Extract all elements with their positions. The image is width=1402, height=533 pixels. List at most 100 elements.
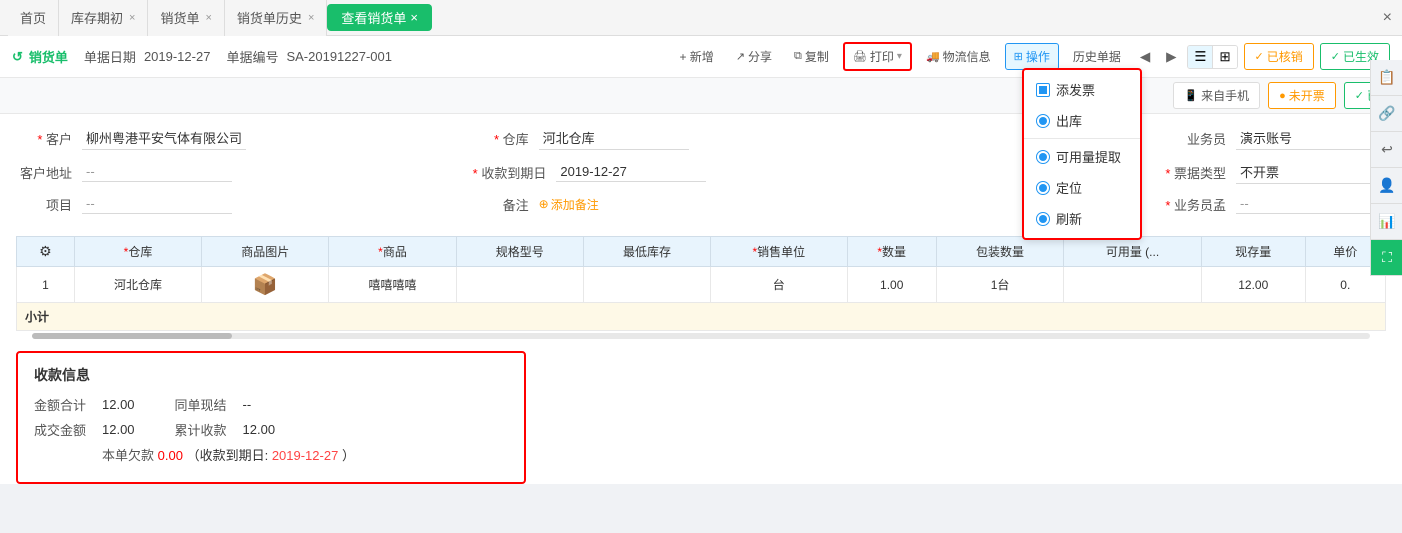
payment-due-value[interactable]: 2019-12-27 xyxy=(556,162,706,182)
dropdown-locate[interactable]: 定位 xyxy=(1024,172,1140,203)
sidebar-icon-2[interactable]: 🔗 xyxy=(1371,96,1402,132)
dropdown-add-invoice[interactable]: 添发票 xyxy=(1024,74,1140,105)
col-available: 可用量 (... xyxy=(1064,237,1202,267)
history-button[interactable]: 历史单据 xyxy=(1065,44,1129,69)
sidebar-icon-3[interactable]: ↩ xyxy=(1371,132,1402,168)
view-toggle: ☰ ⊞ xyxy=(1187,45,1237,69)
due-date-value: 2019-12-27 xyxy=(272,448,339,463)
sales-staff-value: -- xyxy=(1236,194,1386,214)
sales-staff-field: 业务员孟 -- xyxy=(929,194,1386,214)
locate-icon xyxy=(1036,181,1050,195)
cell-current-stock: 12.00 xyxy=(1201,267,1305,303)
sidebar-icon-expand[interactable]: ⛶ xyxy=(1371,240,1402,276)
items-table: ⚙ *仓库 商品图片 *商品 规格型号 最低库存 *销售单位 *数量 包装数量 … xyxy=(16,236,1386,331)
sidebar-icon-4[interactable]: 👤 xyxy=(1371,168,1402,204)
cell-pack-qty: 1台 xyxy=(936,267,1063,303)
transaction-label: 成交金额 xyxy=(34,420,94,439)
cell-image: 📦 xyxy=(202,267,329,303)
grid-view-btn[interactable]: ⊞ xyxy=(1213,46,1236,68)
new-button[interactable]: + 新增 xyxy=(671,44,721,69)
project-label: 项目 xyxy=(16,195,76,214)
list-view-btn[interactable]: ☰ xyxy=(1188,46,1213,68)
print-button[interactable]: 🖨 打印 ▾ xyxy=(843,42,912,71)
share-button[interactable]: ↗ 分享 xyxy=(728,44,780,69)
tab-view-sales[interactable]: 查看销货单 × xyxy=(327,4,432,31)
copy-button[interactable]: ⧉ 复制 xyxy=(786,44,837,69)
close-all-tabs[interactable]: × xyxy=(1383,9,1392,27)
operate-button[interactable]: ⊞ 操作 xyxy=(1005,43,1059,70)
payment-info-section: 收款信息 金额合计 12.00 同单现结 -- 成交金额 12.00 累计收款 xyxy=(16,351,526,484)
cell-qty: 1.00 xyxy=(847,267,936,303)
payment-row-1: 金额合计 12.00 同单现结 -- xyxy=(34,395,508,414)
prev-button[interactable]: ◀ xyxy=(1135,46,1155,68)
ticket-type-field: 票据类型 不开票 xyxy=(929,160,1386,184)
sales-staff-label: 业务员孟 xyxy=(1165,195,1230,214)
tab-bar: 首页 库存期初 × 销货单 × 销货单历史 × 查看销货单 × × xyxy=(0,0,1402,36)
total-amount-label: 金额合计 xyxy=(34,395,94,414)
scroll-thumb[interactable] xyxy=(32,333,232,339)
warehouse-value[interactable]: 河北仓库 xyxy=(539,126,689,150)
toolbar-row1: ↺ 销货单 单据日期 2019-12-27 单据编号 SA-20191227-0… xyxy=(0,36,1402,78)
not-open-button[interactable]: ● 未开票 xyxy=(1268,82,1336,109)
project-field: 项目 -- xyxy=(16,194,473,214)
col-qty: *数量 xyxy=(847,237,936,267)
from-mobile-button[interactable]: 📱 来自手机 xyxy=(1173,82,1260,109)
close-tab-inventory[interactable]: × xyxy=(129,12,135,24)
cumulative-field: 累计收款 12.00 xyxy=(175,420,276,439)
ticket-type-value: 不开票 xyxy=(1236,160,1386,184)
transaction-value: 12.00 xyxy=(102,422,135,437)
number-value: SA-20191227-001 xyxy=(286,49,392,64)
project-value[interactable]: -- xyxy=(82,194,232,214)
transaction-field: 成交金额 12.00 xyxy=(34,420,135,439)
add-note-button[interactable]: ⊕ 添加备注 xyxy=(539,196,599,213)
note-label: 备注 xyxy=(473,195,533,214)
status-sold-button[interactable]: ✓ 已核销 xyxy=(1244,43,1314,70)
col-pack-qty: 包装数量 xyxy=(936,237,1063,267)
cell-product: 嘻嘻嘻嘻 xyxy=(329,267,456,303)
settings-icon[interactable]: ⚙ xyxy=(39,243,52,259)
logistics-button[interactable]: 🚚 物流信息 xyxy=(918,44,999,69)
tab-inventory-init[interactable]: 库存期初 × xyxy=(59,0,148,36)
sidebar-icon-1[interactable]: 📋 xyxy=(1371,60,1402,96)
tab-sales-order[interactable]: 销货单 × xyxy=(148,0,224,36)
cell-warehouse: 河北仓库 xyxy=(74,267,201,303)
close-tab-view-sales[interactable]: × xyxy=(410,10,418,25)
table-section: ⚙ *仓库 商品图片 *商品 规格型号 最低库存 *销售单位 *数量 包装数量 … xyxy=(0,236,1402,339)
staff-field: 业务员 演示账号 xyxy=(929,126,1386,150)
next-button[interactable]: ▶ xyxy=(1161,46,1181,68)
main-content: ↺ 销货单 单据日期 2019-12-27 单据编号 SA-20191227-0… xyxy=(0,36,1402,484)
address-value[interactable]: -- xyxy=(82,162,232,182)
col-min-stock: 最低库存 xyxy=(583,237,710,267)
col-image: 商品图片 xyxy=(202,237,329,267)
address-field: 客户地址 -- xyxy=(16,162,473,182)
customer-value[interactable]: 柳州粤港平安气体有限公司 xyxy=(82,126,246,150)
same-order-value: -- xyxy=(243,397,252,412)
refresh-icon xyxy=(1036,212,1050,226)
close-tab-history[interactable]: × xyxy=(308,12,314,24)
table-row: 1 河北仓库 📦 嘻嘻嘻嘻 台 1.00 1台 12.00 0. xyxy=(17,267,1386,303)
tab-sales-history[interactable]: 销货单历史 × xyxy=(225,0,327,36)
form-row-2: 客户地址 -- 收款到期日 2019-12-27 票据类型 不开票 xyxy=(16,160,1386,184)
dropdown-outbound[interactable]: 出库 xyxy=(1024,105,1140,136)
payment-due-field: 收款到期日 2019-12-27 xyxy=(473,162,930,182)
same-order-label: 同单现结 xyxy=(175,395,235,414)
cell-min-stock xyxy=(583,267,710,303)
available-qty-icon xyxy=(1036,150,1050,164)
date-value: 2019-12-27 xyxy=(144,49,211,64)
close-tab-sales[interactable]: × xyxy=(205,12,211,24)
doc-type-label: 销货单 xyxy=(29,47,68,66)
scroll-bar[interactable] xyxy=(32,333,1370,339)
col-setting: ⚙ xyxy=(17,237,75,267)
warehouse-label: 仓库 xyxy=(473,129,533,148)
dropdown-available-qty[interactable]: 可用量提取 xyxy=(1024,141,1140,172)
staff-value: 演示账号 xyxy=(1236,126,1386,150)
ticket-type-label: 票据类型 xyxy=(1165,163,1230,182)
tab-home[interactable]: 首页 xyxy=(8,0,59,36)
outstanding-label: 本单欠款 xyxy=(102,448,154,463)
sidebar-icon-5[interactable]: 📊 xyxy=(1371,204,1402,240)
col-warehouse: *仓库 xyxy=(74,237,201,267)
cell-available xyxy=(1064,267,1202,303)
dropdown-refresh[interactable]: 刷新 xyxy=(1024,203,1140,234)
cell-spec xyxy=(456,267,583,303)
cumulative-label: 累计收款 xyxy=(175,420,235,439)
